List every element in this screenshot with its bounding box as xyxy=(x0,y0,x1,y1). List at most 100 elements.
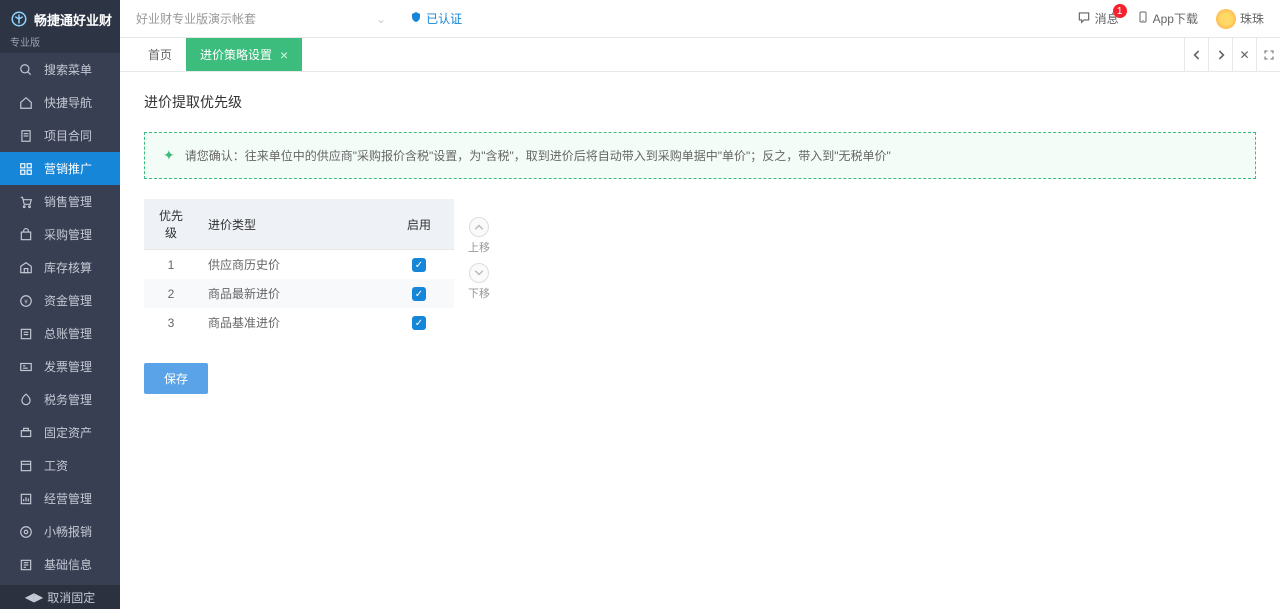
price-table: 优先级 进价类型 启用 1 供应商历史价 ✓ 2 商品最新进价 ✓ xyxy=(144,199,454,337)
sidebar-item-label: 项目合同 xyxy=(44,127,92,144)
pin-icon: ◀▶ xyxy=(25,590,43,604)
sidebar-item-label: 销售管理 xyxy=(44,193,92,210)
sidebar-item-inventory[interactable]: 库存核算 xyxy=(0,251,120,284)
cell-type: 供应商历史价 xyxy=(198,250,384,280)
checkbox-checked[interactable]: ✓ xyxy=(412,316,426,330)
contract-icon xyxy=(18,128,34,144)
basicinfo-icon xyxy=(18,557,34,573)
tab-label: 首页 xyxy=(148,46,172,63)
reimburse-icon xyxy=(18,524,34,540)
table-row[interactable]: 2 商品最新进价 ✓ xyxy=(144,279,454,308)
tab-label: 进价策略设置 xyxy=(200,46,272,63)
tabs-bar: 首页 进价策略设置 × ✕ xyxy=(120,38,1280,72)
sidebar-footer-label: 取消固定 xyxy=(47,589,95,606)
top-actions: 消息 1 App下载 珠珠 xyxy=(1077,9,1264,29)
logo-block: 畅捷通好业财 专业版 xyxy=(0,0,120,53)
checkbox-checked[interactable]: ✓ xyxy=(412,258,426,272)
sidebar-item-label: 总账管理 xyxy=(44,325,92,342)
sidebar-item-funds[interactable]: ¥ 资金管理 xyxy=(0,284,120,317)
table-wrap: 优先级 进价类型 启用 1 供应商历史价 ✓ 2 商品最新进价 ✓ xyxy=(144,199,1256,337)
tab-home[interactable]: 首页 xyxy=(134,38,186,71)
main-area: 好业财专业版演示帐套 ⌄ 已认证 消息 1 App下载 珠珠 xyxy=(120,0,1280,609)
tax-icon xyxy=(18,392,34,408)
tab-price-strategy[interactable]: 进价策略设置 × xyxy=(186,38,302,71)
salary-icon xyxy=(18,458,34,474)
purchase-icon xyxy=(18,227,34,243)
info-icon: ✦ xyxy=(163,147,175,164)
sales-icon xyxy=(18,194,34,210)
sidebar-item-label: 搜索菜单 xyxy=(44,61,92,78)
sidebar-item-marketing[interactable]: 营销推广 xyxy=(0,152,120,185)
account-selector[interactable]: 好业财专业版演示帐套 ⌄ xyxy=(136,10,386,27)
avatar xyxy=(1216,9,1236,29)
save-button[interactable]: 保存 xyxy=(144,363,208,394)
cell-enable: ✓ xyxy=(384,279,454,308)
move-down-label: 下移 xyxy=(468,285,490,301)
chevron-down-icon: ⌄ xyxy=(376,12,386,26)
sidebar-item-tax[interactable]: 税务管理 xyxy=(0,383,120,416)
sidebar-item-label: 采购管理 xyxy=(44,226,92,243)
sidebar-item-label: 工资 xyxy=(44,457,68,474)
info-text: 请您确认：往来单位中的供应商"采购报价含税"设置，为"含税"，取到进价后将自动带… xyxy=(185,147,891,164)
sidebar-item-invoice[interactable]: 发票管理 xyxy=(0,350,120,383)
sidebar-item-ledger[interactable]: 总账管理 xyxy=(0,317,120,350)
move-up-group: 上移 xyxy=(468,217,490,255)
sidebar-item-operations[interactable]: 经营管理 xyxy=(0,482,120,515)
sidebar-item-reimburse[interactable]: 小畅报销 xyxy=(0,515,120,548)
brand-icon xyxy=(10,10,28,28)
move-up-label: 上移 xyxy=(468,239,490,255)
compass-icon xyxy=(18,95,34,111)
sidebar-item-project-contract[interactable]: 项目合同 xyxy=(0,119,120,152)
move-down-button[interactable] xyxy=(469,263,489,283)
close-icon[interactable]: × xyxy=(280,48,288,62)
tab-close-all-button[interactable]: ✕ xyxy=(1232,38,1256,72)
top-header: 好业财专业版演示帐套 ⌄ 已认证 消息 1 App下载 珠珠 xyxy=(120,0,1280,38)
sidebar-item-label: 发票管理 xyxy=(44,358,92,375)
svg-text:¥: ¥ xyxy=(24,299,28,305)
cell-priority: 3 xyxy=(144,308,198,337)
cell-type: 商品基准进价 xyxy=(198,308,384,337)
checkbox-checked[interactable]: ✓ xyxy=(412,287,426,301)
inventory-icon xyxy=(18,260,34,276)
invoice-icon xyxy=(18,359,34,375)
sidebar-item-label: 小畅报销 xyxy=(44,523,92,540)
certified-badge[interactable]: 已认证 xyxy=(410,10,462,27)
sidebar-footer-toggle[interactable]: ◀▶ 取消固定 xyxy=(0,585,120,609)
app-download-label: App下载 xyxy=(1153,10,1198,27)
operations-icon xyxy=(18,491,34,507)
sidebar-item-label: 税务管理 xyxy=(44,391,92,408)
search-icon xyxy=(18,62,34,78)
sidebar-item-basic-info[interactable]: 基础信息 xyxy=(0,548,120,581)
sidebar: 畅捷通好业财 专业版 搜索菜单 快捷导航 项目合同 营销推广 销售管理 采购管理 xyxy=(0,0,120,609)
fullscreen-button[interactable] xyxy=(1256,38,1280,72)
sidebar-item-search[interactable]: 搜索菜单 xyxy=(0,53,120,86)
user-menu[interactable]: 珠珠 xyxy=(1216,9,1264,29)
sidebar-item-fixed-assets[interactable]: 固定资产 xyxy=(0,416,120,449)
messages-action[interactable]: 消息 1 xyxy=(1077,10,1119,27)
user-name: 珠珠 xyxy=(1240,10,1264,27)
sidebar-item-sales[interactable]: 销售管理 xyxy=(0,185,120,218)
cell-enable: ✓ xyxy=(384,250,454,280)
table-row[interactable]: 3 商品基准进价 ✓ xyxy=(144,308,454,337)
sidebar-item-salary[interactable]: 工资 xyxy=(0,449,120,482)
funds-icon: ¥ xyxy=(18,293,34,309)
certified-label: 已认证 xyxy=(426,10,462,27)
sidebar-item-shortcut[interactable]: 快捷导航 xyxy=(0,86,120,119)
app-download-action[interactable]: App下载 xyxy=(1137,10,1198,27)
page-title: 进价提取优先级 xyxy=(144,92,1256,112)
cell-enable: ✓ xyxy=(384,308,454,337)
sidebar-item-label: 经营管理 xyxy=(44,490,92,507)
tab-next-button[interactable] xyxy=(1208,38,1232,72)
messages-count: 1 xyxy=(1113,4,1127,18)
sidebar-item-purchase[interactable]: 采购管理 xyxy=(0,218,120,251)
tab-prev-button[interactable] xyxy=(1184,38,1208,72)
cell-priority: 2 xyxy=(144,279,198,308)
logo-area[interactable]: 畅捷通好业财 xyxy=(0,0,120,38)
move-up-button[interactable] xyxy=(469,217,489,237)
move-down-group: 下移 xyxy=(468,263,490,301)
table-row[interactable]: 1 供应商历史价 ✓ xyxy=(144,250,454,280)
sidebar-item-label: 库存核算 xyxy=(44,259,92,276)
marketing-icon xyxy=(18,161,34,177)
sidebar-menu: 搜索菜单 快捷导航 项目合同 营销推广 销售管理 采购管理 库存核算 ¥ 资金管 xyxy=(0,53,120,585)
brand-edition: 专业版 xyxy=(0,34,120,53)
